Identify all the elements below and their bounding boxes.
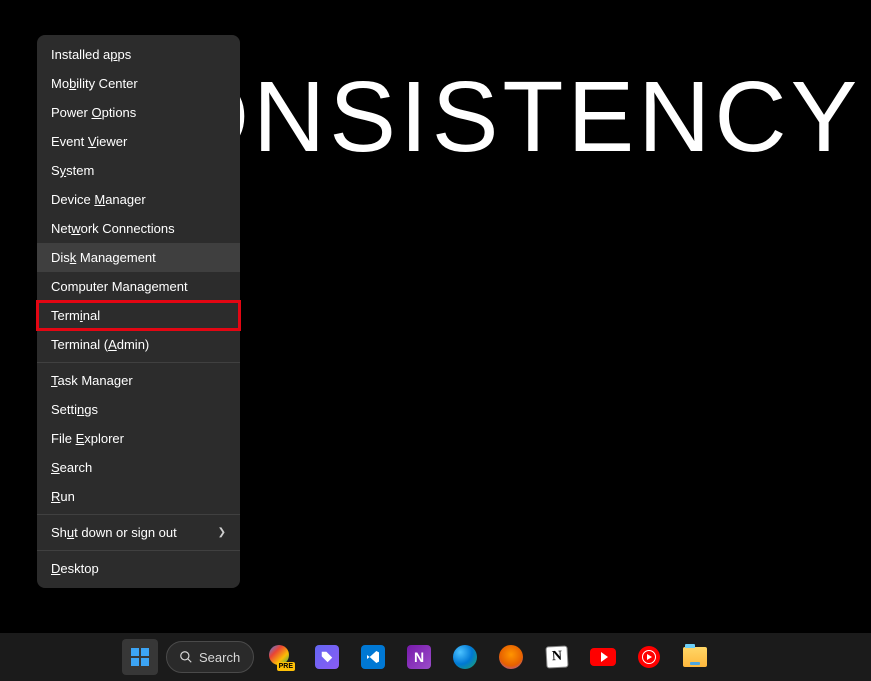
taskbar-notion[interactable]: N [538,638,576,676]
menu-item-terminal[interactable]: Terminal [37,301,240,330]
menu-item-shutdown-signout[interactable]: Shut down or sign out ❯ [37,518,240,547]
taskbar-firefox[interactable] [492,638,530,676]
notion-icon: N [545,645,568,668]
start-button[interactable] [122,639,158,675]
file-explorer-icon [683,647,707,667]
search-placeholder: Search [199,650,240,665]
youtube-icon [590,648,616,666]
vscode-icon [361,645,385,669]
menu-separator [37,514,240,515]
menu-item-mobility-center[interactable]: Mobility Center [37,69,240,98]
menu-item-event-viewer[interactable]: Event Viewer [37,127,240,156]
taskbar-onenote[interactable]: N [400,638,438,676]
menu-item-power-options[interactable]: Power Options [37,98,240,127]
taskbar-vscode[interactable] [354,638,392,676]
winx-context-menu: Installed apps Mobility Center Power Opt… [37,35,240,588]
menu-item-search[interactable]: Search [37,453,240,482]
onenote-icon: N [407,645,431,669]
taskbar-app-generic[interactable] [308,638,346,676]
menu-separator [37,362,240,363]
menu-item-task-manager[interactable]: Task Manager [37,366,240,395]
menu-item-desktop[interactable]: Desktop [37,554,240,583]
firefox-icon [499,645,523,669]
chevron-right-icon: ❯ [218,527,226,538]
taskbar-file-explorer[interactable] [676,638,714,676]
taskbar-youtube[interactable] [584,638,622,676]
windows-logo-icon [131,648,149,666]
menu-item-network-connections[interactable]: Network Connections [37,214,240,243]
search-icon [179,650,193,664]
menu-item-settings[interactable]: Settings [37,395,240,424]
taskbar-edge[interactable] [446,638,484,676]
menu-item-file-explorer[interactable]: File Explorer [37,424,240,453]
menu-separator [37,550,240,551]
menu-item-terminal-admin[interactable]: Terminal (Admin) [37,330,240,359]
menu-item-system[interactable]: System [37,156,240,185]
app-icon [315,645,339,669]
menu-item-computer-management[interactable]: Computer Management [37,272,240,301]
taskbar: Search PRE N N [0,633,871,681]
menu-item-run[interactable]: Run [37,482,240,511]
youtube-music-icon [638,646,660,668]
taskbar-search[interactable]: Search [166,641,254,673]
edge-icon [453,645,477,669]
menu-item-device-manager[interactable]: Device Manager [37,185,240,214]
taskbar-copilot[interactable]: PRE [262,638,300,676]
taskbar-youtube-music[interactable] [630,638,668,676]
menu-item-disk-management[interactable]: Disk Management [37,243,240,272]
copilot-icon: PRE [269,645,293,669]
menu-item-installed-apps[interactable]: Installed apps [37,40,240,69]
